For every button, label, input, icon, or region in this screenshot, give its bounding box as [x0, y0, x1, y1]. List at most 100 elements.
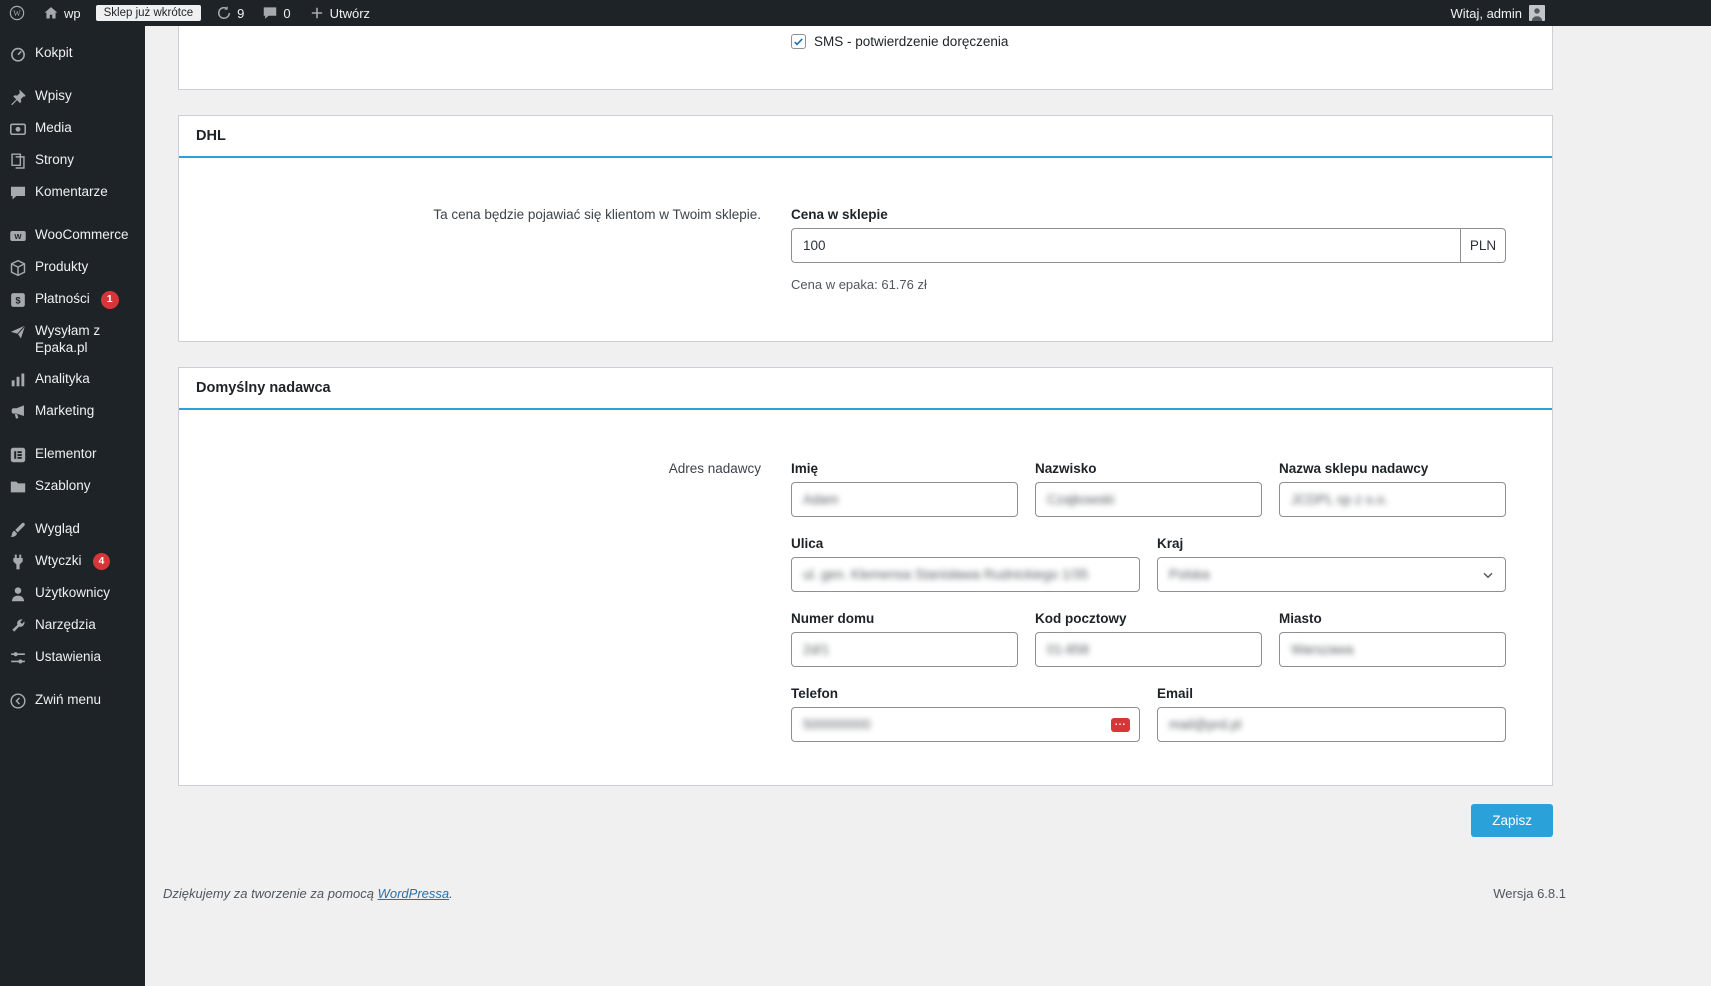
first-name-input[interactable]: Adam	[791, 482, 1018, 517]
sidebar-item-label: Zwiń menu	[35, 691, 102, 707]
country-label: Kraj	[1157, 536, 1184, 551]
site-name: wp	[64, 5, 81, 21]
sms-checkbox[interactable]	[791, 34, 806, 49]
sidebar-item-label: Strony	[35, 152, 75, 167]
field-shop-name: Nazwa sklepu nadawcy JCDPL sp z o.o.	[1279, 460, 1506, 517]
comments-button[interactable]: 0	[253, 0, 299, 26]
password-manager-icon[interactable]: ...	[1111, 717, 1130, 732]
sidebar-item-label: Media	[35, 120, 72, 135]
sms-checkbox-label: SMS - potwierdzenie doręczenia	[814, 34, 1009, 49]
city-input[interactable]: Warszawa	[1279, 632, 1506, 667]
wordpress-logo-icon: W	[9, 5, 25, 21]
users-icon	[9, 585, 27, 603]
sidebar-item-narzedzia[interactable]: Narzędzia	[0, 610, 145, 642]
comments-count: 0	[283, 5, 291, 21]
house-number-value: 2d/1	[803, 642, 830, 657]
wordpress-menu-button[interactable]: W	[0, 0, 34, 26]
sidebar-item-label: Narzędzia	[35, 616, 96, 632]
house-number-input[interactable]: 2d/1	[791, 632, 1018, 667]
dhl-description: Ta cena będzie pojawiać się klientom w T…	[433, 207, 761, 222]
sidebar-item-wtyczki[interactable]: Wtyczki 4	[0, 546, 145, 578]
first-name-label: Imię	[791, 461, 819, 476]
sidebar-item-kokpit[interactable]: Kokpit	[0, 38, 145, 70]
first-name-value: Adam	[803, 492, 839, 507]
sidebar-item-platnosci[interactable]: $ Płatności 1	[0, 284, 145, 316]
marketing-icon	[9, 403, 27, 421]
sidebar-item-szablony[interactable]: Szablony	[0, 471, 145, 503]
sidebar-item-label: Płatności	[35, 291, 90, 306]
last-name-input[interactable]: Czajkowski	[1035, 482, 1262, 517]
street-value: ul. gen. Klemensa Stanisława Rudnickiego…	[803, 567, 1089, 582]
dashboard-icon	[9, 45, 27, 63]
city-value: Warszawa	[1291, 642, 1354, 657]
footer-thanks-suffix: .	[449, 886, 453, 901]
save-button[interactable]: Zapisz	[1471, 804, 1553, 837]
sidebar-item-strony[interactable]: Strony	[0, 145, 145, 177]
sidebar-item-wpisy[interactable]: Wpisy	[0, 81, 145, 113]
admin-bar: W wp Sklep już wkrótce 9 0 Utwórz Witaj,…	[0, 0, 1711, 26]
count-badge: 1	[100, 291, 119, 309]
sidebar-item-wyglad[interactable]: Wygląd	[0, 514, 145, 546]
sidebar-item-wysylam-z-epaka[interactable]: Wysyłam z Epaka.pl	[0, 316, 145, 364]
site-name-button[interactable]: wp	[34, 0, 90, 26]
footer-thanks: Dziękujemy za tworzenie za pomocą WordPr…	[163, 886, 453, 901]
shop-price-input[interactable]: 100	[791, 228, 1461, 263]
sms-section-card: SMS - potwierdzenie doręczenia	[178, 26, 1553, 90]
count-badge: 4	[92, 553, 111, 571]
field-country: Kraj Polska	[1157, 535, 1506, 592]
payments-icon: $	[9, 291, 27, 309]
phone-label: Telefon	[791, 686, 838, 701]
sidebar-item-media[interactable]: Media	[0, 113, 145, 145]
field-street: Ulica ul. gen. Klemensa Stanisława Rudni…	[791, 535, 1140, 592]
footer-thanks-prefix: Dziękujemy za tworzenie za pomocą	[163, 886, 378, 901]
plus-icon	[309, 5, 325, 21]
refresh-icon	[216, 5, 232, 21]
tools-icon	[9, 617, 27, 635]
postcode-input[interactable]: 01-858	[1035, 632, 1262, 667]
sms-checkbox-row[interactable]: SMS - potwierdzenie doręczenia	[791, 26, 1552, 49]
wordpress-link[interactable]: WordPressa	[378, 886, 450, 901]
country-select[interactable]: Polska	[1157, 557, 1506, 592]
sidebar-item-elementor[interactable]: Elementor	[0, 439, 145, 471]
sidebar-item-zwin-menu[interactable]: Zwiń menu	[0, 685, 145, 717]
sidebar-item-ustawienia[interactable]: Ustawienia	[0, 642, 145, 674]
postcode-label: Kod pocztowy	[1035, 611, 1127, 626]
email-input[interactable]: mail@prd.pl	[1157, 707, 1506, 742]
updates-button[interactable]: 9	[207, 0, 253, 26]
woocommerce-icon: W	[9, 227, 27, 245]
field-postcode: Kod pocztowy 01-858	[1035, 610, 1262, 667]
dhl-section-card: DHL Ta cena będzie pojawiać się klientom…	[178, 115, 1553, 342]
sidebar-item-label: Wygląd	[35, 520, 80, 536]
new-content-button[interactable]: Utwórz	[300, 0, 379, 26]
sidebar-item-label: Ustawienia	[35, 648, 102, 664]
home-icon	[43, 5, 59, 21]
street-input[interactable]: ul. gen. Klemensa Stanisława Rudnickiego…	[791, 557, 1140, 592]
shop-name-input[interactable]: JCDPL sp z o.o.	[1279, 482, 1506, 517]
updates-count: 9	[237, 5, 245, 21]
sidebar-item-uzytkownicy[interactable]: Użytkownicy	[0, 578, 145, 610]
sidebar-item-label: Wysyłam z Epaka.pl	[35, 323, 101, 355]
sidebar-item-analityka[interactable]: Analityka	[0, 364, 145, 396]
sidebar-item-label: Szablony	[35, 477, 91, 493]
coming-soon-badge: Sklep już wkrótce	[95, 5, 202, 21]
sidebar-item-woocommerce[interactable]: W WooCommerce	[0, 220, 145, 252]
sidebar-item-label: Marketing	[35, 402, 95, 418]
sidebar-item-produkty[interactable]: Produkty	[0, 252, 145, 284]
sidebar-item-label: Analityka	[35, 370, 90, 386]
shop-name-label: Nazwa sklepu nadawcy	[1279, 461, 1429, 476]
shipping-icon	[9, 323, 27, 341]
city-label: Miasto	[1279, 611, 1322, 626]
sidebar-item-komentarze[interactable]: Komentarze	[0, 177, 145, 209]
phone-input[interactable]: 500000000 ...	[791, 707, 1140, 742]
admin-footer: Dziękujemy za tworzenie za pomocą WordPr…	[163, 886, 1566, 901]
elementor-icon	[9, 446, 27, 464]
sidebar-menu: Kokpit Wpisy Media Strony Komentarze W WooComm…	[0, 38, 145, 717]
sidebar-item-marketing[interactable]: Marketing	[0, 396, 145, 428]
account-menu-button[interactable]: Witaj, admin	[1444, 0, 1551, 26]
settings-icon	[9, 649, 27, 667]
admin-bar-left: W wp Sklep już wkrótce 9 0 Utwórz	[0, 0, 379, 26]
svg-text:W: W	[14, 232, 22, 241]
postcode-value: 01-858	[1047, 642, 1090, 657]
last-name-value: Czajkowski	[1047, 492, 1115, 507]
pin-icon	[9, 88, 27, 106]
